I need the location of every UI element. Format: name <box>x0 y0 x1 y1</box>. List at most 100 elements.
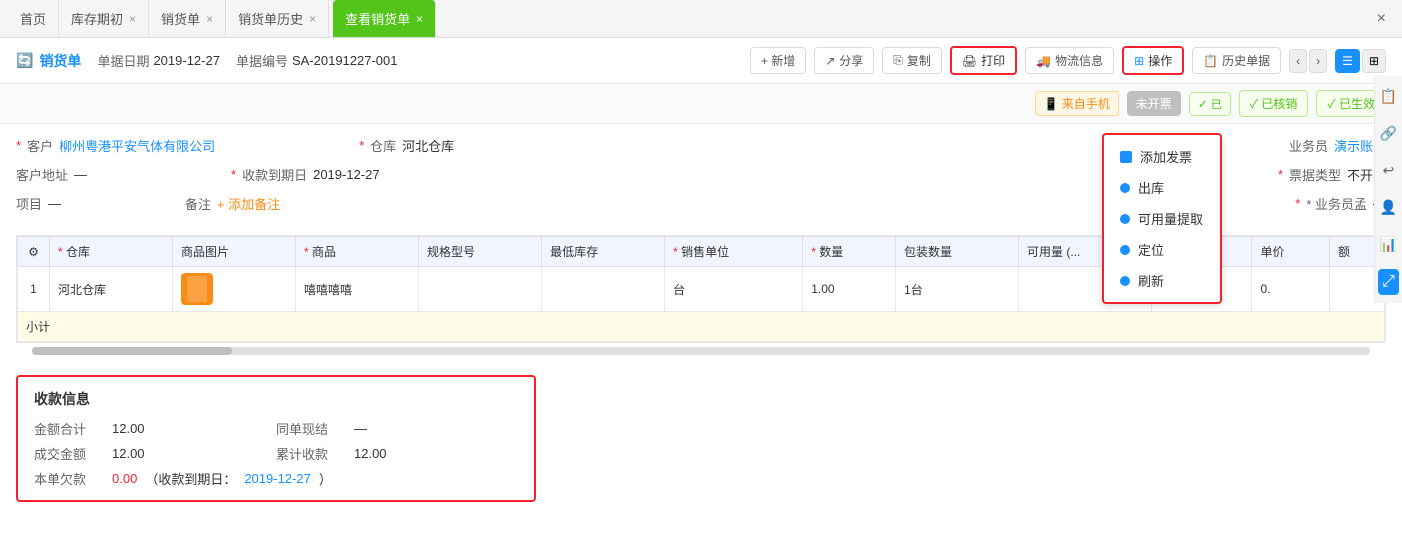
check-circle-icon: ✓ <box>1250 97 1258 111</box>
tab-view-sales[interactable]: 查看销货单 × <box>333 0 436 37</box>
doc-header: 🔄 销货单 单据日期 2019-12-27 单据编号 SA-20191227-0… <box>0 38 1402 84</box>
operation-dropdown: 添加发票 出库 可用量提取 定位 刷新 <box>1102 133 1222 304</box>
row-min-stock <box>542 267 665 312</box>
ticket-type-field: * 票据类型 不开票 <box>1278 165 1386 184</box>
add-invoice-item[interactable]: 添加发票 <box>1104 141 1220 172</box>
doc-meta: 单据日期 2019-12-27 单据编号 SA-20191227-001 <box>97 51 397 70</box>
share-icon: ↗ <box>825 54 835 68</box>
grid-icon: ⊞ <box>1134 54 1144 68</box>
refresh-item[interactable]: 刷新 <box>1104 265 1220 296</box>
col-unit-price: 单价 <box>1252 237 1330 267</box>
col-quantity: 数量 <box>803 237 896 267</box>
square-icon <box>1120 151 1132 163</box>
second-toolbar: 📱 来自手机 未开票 ✓ 已 ✓ 已核销 ✓ 已生效 <box>0 84 1402 124</box>
view-icons: ☰ ⊞ <box>1335 49 1386 73</box>
doc-date-field: 单据日期 2019-12-27 <box>97 51 220 70</box>
deal-row: 成交金额 12.00 <box>34 444 276 463</box>
product-thumbnail <box>181 273 213 305</box>
dot-icon-4 <box>1120 276 1130 286</box>
dot-icon-3 <box>1120 245 1130 255</box>
close-tab-inventory[interactable]: × <box>129 12 136 26</box>
note-field: 备注 + 添加备注 <box>185 194 280 213</box>
subtotal-row: 小计 <box>18 312 1385 342</box>
tab-inventory[interactable]: 库存期初 × <box>59 0 149 37</box>
doc-number-field: 单据编号 SA-20191227-001 <box>236 51 398 70</box>
payment-grid: 金额合计 12.00 同单现结 — 成交金额 12.00 累计收款 12.00 … <box>34 419 518 488</box>
col-warehouse: 仓库 <box>50 237 173 267</box>
col-product: 商品 <box>296 237 419 267</box>
check-icon: ✓ <box>1198 97 1208 111</box>
project-field: 项目 — <box>16 194 61 213</box>
tab-sales-history[interactable]: 销货单历史 × <box>226 0 329 37</box>
truck-icon: 🚚 <box>1036 54 1051 68</box>
next-arrow[interactable]: › <box>1309 49 1327 73</box>
col-model: 规格型号 <box>419 237 542 267</box>
staff-field: 业务员 演示账号 <box>1289 136 1386 155</box>
scroll-area <box>0 343 1402 363</box>
tab-bar: 首页 库存期初 × 销货单 × 销货单历史 × 查看销货单 × × <box>0 0 1402 38</box>
share-button[interactable]: ↗ 分享 <box>814 47 874 74</box>
cumulative-row: 累计收款 12.00 <box>276 444 518 463</box>
print-button[interactable]: 🖨 打印 <box>950 46 1017 75</box>
history-icon: 📋 <box>1203 54 1218 68</box>
row-quantity: 1.00 <box>803 267 896 312</box>
logistics-button[interactable]: 🚚 物流信息 <box>1025 47 1114 74</box>
grid-view-button[interactable]: ⊞ <box>1362 49 1386 73</box>
available-extract-item[interactable]: 可用量提取 <box>1104 203 1220 234</box>
doc-actions: + 新增 ↗ 分享 ⎘ 复制 🖨 打印 🚚 物流信息 ⊞ 操作 � <box>750 46 1386 75</box>
row-product[interactable]: 嘻嘻嘻嘻 <box>296 267 419 312</box>
phone-icon: 📱 <box>1044 97 1059 111</box>
list-view-button[interactable]: ☰ <box>1335 49 1360 73</box>
sidebar-icon-4[interactable]: 👤 <box>1376 195 1401 220</box>
close-tab-sales[interactable]: × <box>206 12 213 26</box>
sidebar-icon-3[interactable]: ↩ <box>1379 158 1399 183</box>
row-image <box>173 267 296 312</box>
tab-sales-order[interactable]: 销货单 × <box>149 0 226 37</box>
sidebar-icon-1[interactable]: 📋 <box>1376 84 1401 109</box>
check-button[interactable]: ✓ 已 <box>1189 92 1231 116</box>
out-warehouse-item[interactable]: 出库 <box>1104 172 1220 203</box>
row-unit-price: 0. <box>1252 267 1330 312</box>
address-field: 客户地址 — <box>16 165 87 184</box>
total-row: 金额合计 12.00 <box>34 419 276 438</box>
dot-icon <box>1120 183 1130 193</box>
check-circle-icon-2: ✓ <box>1327 97 1335 111</box>
main-content: 🔄 销货单 单据日期 2019-12-27 单据编号 SA-20191227-0… <box>0 38 1402 533</box>
payment-info-box: 收款信息 金额合计 12.00 同单现结 — 成交金额 12.00 累计收款 1… <box>16 375 536 502</box>
payment-date-field: * 收款到期日 2019-12-27 <box>231 165 380 184</box>
doc-title: 🔄 销货单 <box>16 51 81 71</box>
payment-title: 收款信息 <box>34 389 518 409</box>
operation-button[interactable]: ⊞ 操作 <box>1122 46 1184 75</box>
nav-arrows: ‹ › <box>1289 49 1327 73</box>
sidebar-icon-2[interactable]: 🔗 <box>1376 121 1401 146</box>
sidebar-icon-6[interactable]: ⤢ <box>1378 269 1399 295</box>
prev-arrow[interactable]: ‹ <box>1289 49 1307 73</box>
right-sidebar: 📋 🔗 ↩ 👤 📊 ⤢ <box>1374 76 1402 303</box>
new-button[interactable]: + 新增 <box>750 47 806 74</box>
row-warehouse: 河北仓库 <box>50 267 173 312</box>
close-tab-view[interactable]: × <box>416 12 423 26</box>
row-pack-qty: 1台 <box>896 267 1019 312</box>
subtotal-label: 小计 <box>18 312 1385 342</box>
print-icon: 🖨 <box>962 54 977 68</box>
col-image: 商品图片 <box>173 237 296 267</box>
not-opened-button[interactable]: 未开票 <box>1127 91 1181 116</box>
settlement-row: 同单现结 — <box>276 419 518 438</box>
col-min-stock: 最低库存 <box>542 237 665 267</box>
location-item[interactable]: 定位 <box>1104 234 1220 265</box>
add-note-button[interactable]: + 添加备注 <box>217 194 280 213</box>
row-num: 1 <box>18 267 50 312</box>
copy-button[interactable]: ⎘ 复制 <box>882 47 942 74</box>
reviewed-button[interactable]: ✓ 已核销 <box>1239 90 1309 117</box>
scroll-thumb[interactable] <box>32 347 232 355</box>
col-pack-qty: 包装数量 <box>896 237 1019 267</box>
from-phone-button[interactable]: 📱 来自手机 <box>1035 91 1119 116</box>
window-close-button[interactable]: × <box>1369 10 1394 28</box>
horizontal-scrollbar[interactable] <box>32 347 1370 355</box>
col-settings[interactable]: ⚙ <box>18 237 50 267</box>
close-tab-history[interactable]: × <box>309 12 316 26</box>
history-button[interactable]: 📋 历史单据 <box>1192 47 1281 74</box>
sidebar-icon-5[interactable]: 📊 <box>1376 232 1401 257</box>
row-sales-unit: 台 <box>665 267 803 312</box>
tab-home[interactable]: 首页 <box>8 0 59 37</box>
